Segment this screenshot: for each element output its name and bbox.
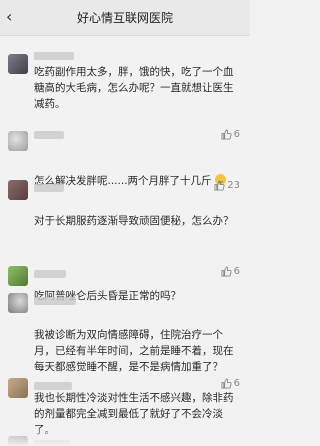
like-button[interactable]: 6: [221, 378, 240, 389]
avatar[interactable]: [8, 180, 28, 200]
thumbs-up-icon: [221, 129, 232, 140]
thumbs-up-icon: [214, 180, 225, 191]
like-count: 6: [233, 378, 240, 389]
username-blurred: [34, 382, 72, 390]
username-blurred: [34, 270, 66, 278]
thumbs-up-icon: [221, 378, 232, 389]
like-button[interactable]: 6: [221, 129, 240, 140]
comment-text: 对于长期服药逐渐导致顽固便秘，怎么办？: [34, 215, 234, 227]
like-count: 6: [233, 266, 240, 277]
like-button[interactable]: 23: [214, 180, 240, 191]
avatar[interactable]: [8, 54, 28, 74]
avatar[interactable]: [8, 131, 28, 151]
avatar[interactable]: [8, 378, 28, 398]
like-button[interactable]: 6: [221, 266, 240, 277]
like-count: 23: [227, 180, 240, 191]
comment-text: 我被诊断为双向情感障碍，住院治疗一个月，已经有半年时间，之前是睡不着，现在每天都…: [34, 329, 234, 373]
comment-text: 怎么解决发胖呢......两个月胖了十几斤: [34, 173, 240, 189]
username-blurred: [34, 131, 64, 139]
thumbs-up-icon: [221, 266, 232, 277]
avatar[interactable]: [8, 266, 28, 286]
username-blurred: [34, 184, 64, 192]
chevron-left-icon[interactable]: ‹: [6, 9, 12, 25]
page-title: 好心情互联网医院: [76, 11, 173, 25]
bottom-fade: [0, 426, 250, 446]
username-blurred: [34, 297, 76, 305]
like-count: 6: [233, 129, 240, 140]
comment-text: 吃药副作用太多，胖，饿的快，吃了一个血糖高的大毛病，怎么办呢？一直就想让医生减药…: [34, 66, 234, 110]
top-nav-bar: ‹ 好心情互联网医院: [0, 0, 250, 36]
comment-feed[interactable]: 吃药副作用太多，胖，饿的快，吃了一个血糖高的大毛病，怎么办呢？一直就想让医生减药…: [0, 36, 250, 446]
avatar[interactable]: [8, 293, 28, 313]
username-blurred: [34, 52, 74, 60]
